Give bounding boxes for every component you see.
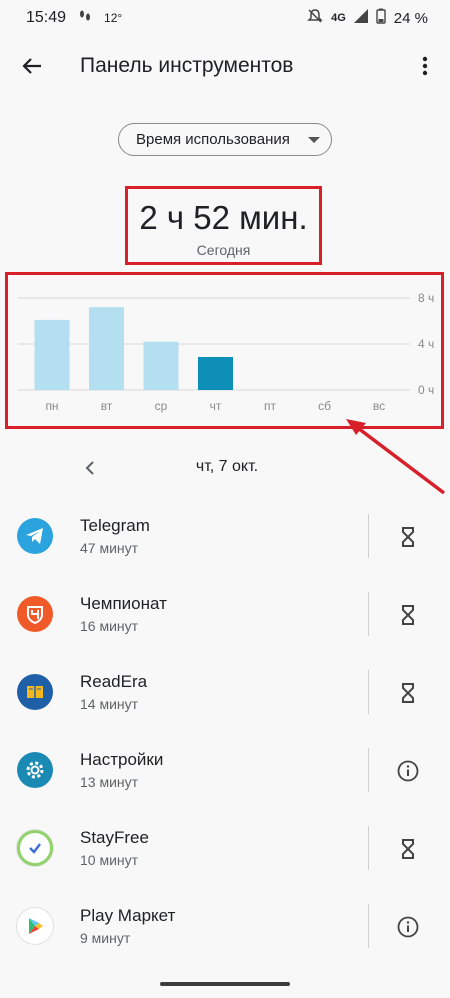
app-name: Настройки: [80, 750, 164, 769]
total-time-highlight: 2 ч 52 мин. Сегодня: [125, 186, 322, 265]
app-usage-time: 9 минут: [80, 930, 131, 946]
chart-y-tick-label: 8 ч: [418, 291, 434, 305]
play-market-icon: [17, 908, 53, 944]
list-item[interactable]: StayFree 10 минут: [0, 810, 450, 888]
date-navigation: чт, 7 окт.: [0, 450, 450, 486]
footsteps-icon: [78, 9, 92, 27]
chart-svg: 8 ч 4 ч 0 ч пн вт ср чт пт сб вс: [18, 291, 434, 413]
page-title: Панель инструментов: [80, 54, 294, 77]
app-bar: Панель инструментов: [0, 36, 450, 96]
more-vert-icon: [422, 56, 428, 76]
back-arrow-icon: [22, 58, 41, 74]
dropdown-selected-value: Время использования: [136, 131, 290, 148]
app-usage-list: Telegram 47 минут Чемпионат 16 минут Rea…: [0, 498, 450, 968]
battery-percent: 24 %: [393, 9, 428, 27]
chevron-down-icon: [308, 137, 320, 143]
telegram-icon: [17, 518, 53, 554]
chart-x-tick-label: ср: [155, 399, 168, 413]
chart-x-tick-label: вс: [373, 399, 385, 413]
selected-date: чт, 7 окт.: [195, 458, 259, 475]
app-info-button[interactable]: [392, 756, 424, 786]
list-item[interactable]: ReadEra 14 минут: [0, 654, 450, 732]
info-icon: [397, 760, 419, 782]
hourglass-icon: [402, 527, 414, 547]
chart-x-tick-label: пт: [264, 399, 276, 413]
divider: [368, 904, 369, 948]
status-right: 4G 24 %: [307, 8, 428, 28]
status-time: 15:49: [26, 9, 67, 26]
app-usage-time: 10 минут: [80, 852, 139, 868]
divider: [368, 748, 369, 792]
chart-bar-чт[interactable]: [198, 356, 233, 390]
status-left: 15:49 12°: [26, 9, 122, 27]
back-button[interactable]: [0, 36, 64, 96]
status-bar: 15:49 12° 4G 24 %: [0, 0, 450, 36]
championat-icon: [17, 596, 53, 632]
chart-bar-вт[interactable]: [89, 307, 124, 390]
list-item[interactable]: Чемпионат 16 минут: [0, 576, 450, 654]
network-type: 4G: [331, 12, 346, 24]
app-usage-time: 13 минут: [80, 774, 139, 790]
chart-x-tick-label: сб: [318, 399, 331, 413]
app-name: StayFree: [80, 828, 149, 847]
app-timer-button[interactable]: [392, 600, 424, 630]
chart-x-tick-label: вт: [101, 399, 113, 413]
chart-x-tick-label: чт: [210, 399, 222, 413]
app-timer-button[interactable]: [392, 522, 424, 552]
period-label: Сегодня: [196, 242, 251, 258]
chart-bar-пн[interactable]: [34, 319, 70, 390]
status-temperature: 12°: [104, 11, 123, 25]
app-info-button[interactable]: [392, 912, 424, 942]
usage-metric-dropdown[interactable]: Время использования: [118, 123, 332, 156]
list-item[interactable]: Telegram 47 минут: [0, 498, 450, 576]
list-item[interactable]: Настройки 13 минут: [0, 732, 450, 810]
stayfree-icon: [17, 830, 53, 866]
chart-y-tick-label: 0 ч: [418, 383, 434, 397]
chart-x-tick-label: пн: [45, 399, 58, 413]
list-item[interactable]: Play Маркет 9 минут: [0, 888, 450, 966]
mute-icon: [307, 8, 323, 28]
gesture-nav-handle[interactable]: [160, 982, 290, 986]
app-usage-time: 16 минут: [80, 618, 139, 634]
weekly-usage-chart: 8 ч 4 ч 0 ч пн вт ср чт пт сб вс: [5, 272, 444, 429]
more-options-button[interactable]: [400, 36, 450, 96]
total-usage-time: 2 ч 52 мин.: [139, 199, 308, 236]
battery-icon: [376, 8, 386, 28]
settings-gear-icon: [17, 752, 53, 788]
app-usage-time: 14 минут: [80, 696, 139, 712]
app-timer-button[interactable]: [392, 834, 424, 864]
app-name: ReadEra: [80, 672, 148, 691]
hourglass-icon: [402, 839, 414, 859]
readera-icon: [17, 674, 53, 710]
info-icon: [397, 916, 419, 938]
divider: [368, 670, 369, 714]
chart-bar-ср[interactable]: [143, 341, 179, 390]
app-name: Чемпионат: [80, 594, 167, 613]
signal-icon: [353, 9, 368, 27]
app-usage-time: 47 минут: [80, 540, 139, 556]
hourglass-icon: [402, 683, 414, 703]
app-name: Play Маркет: [80, 906, 176, 925]
hourglass-icon: [402, 605, 414, 625]
app-timer-button[interactable]: [392, 678, 424, 708]
divider: [368, 592, 369, 636]
divider: [368, 514, 369, 558]
app-name: Telegram: [80, 516, 150, 535]
chart-y-tick-label: 4 ч: [418, 337, 434, 351]
divider: [368, 826, 369, 870]
